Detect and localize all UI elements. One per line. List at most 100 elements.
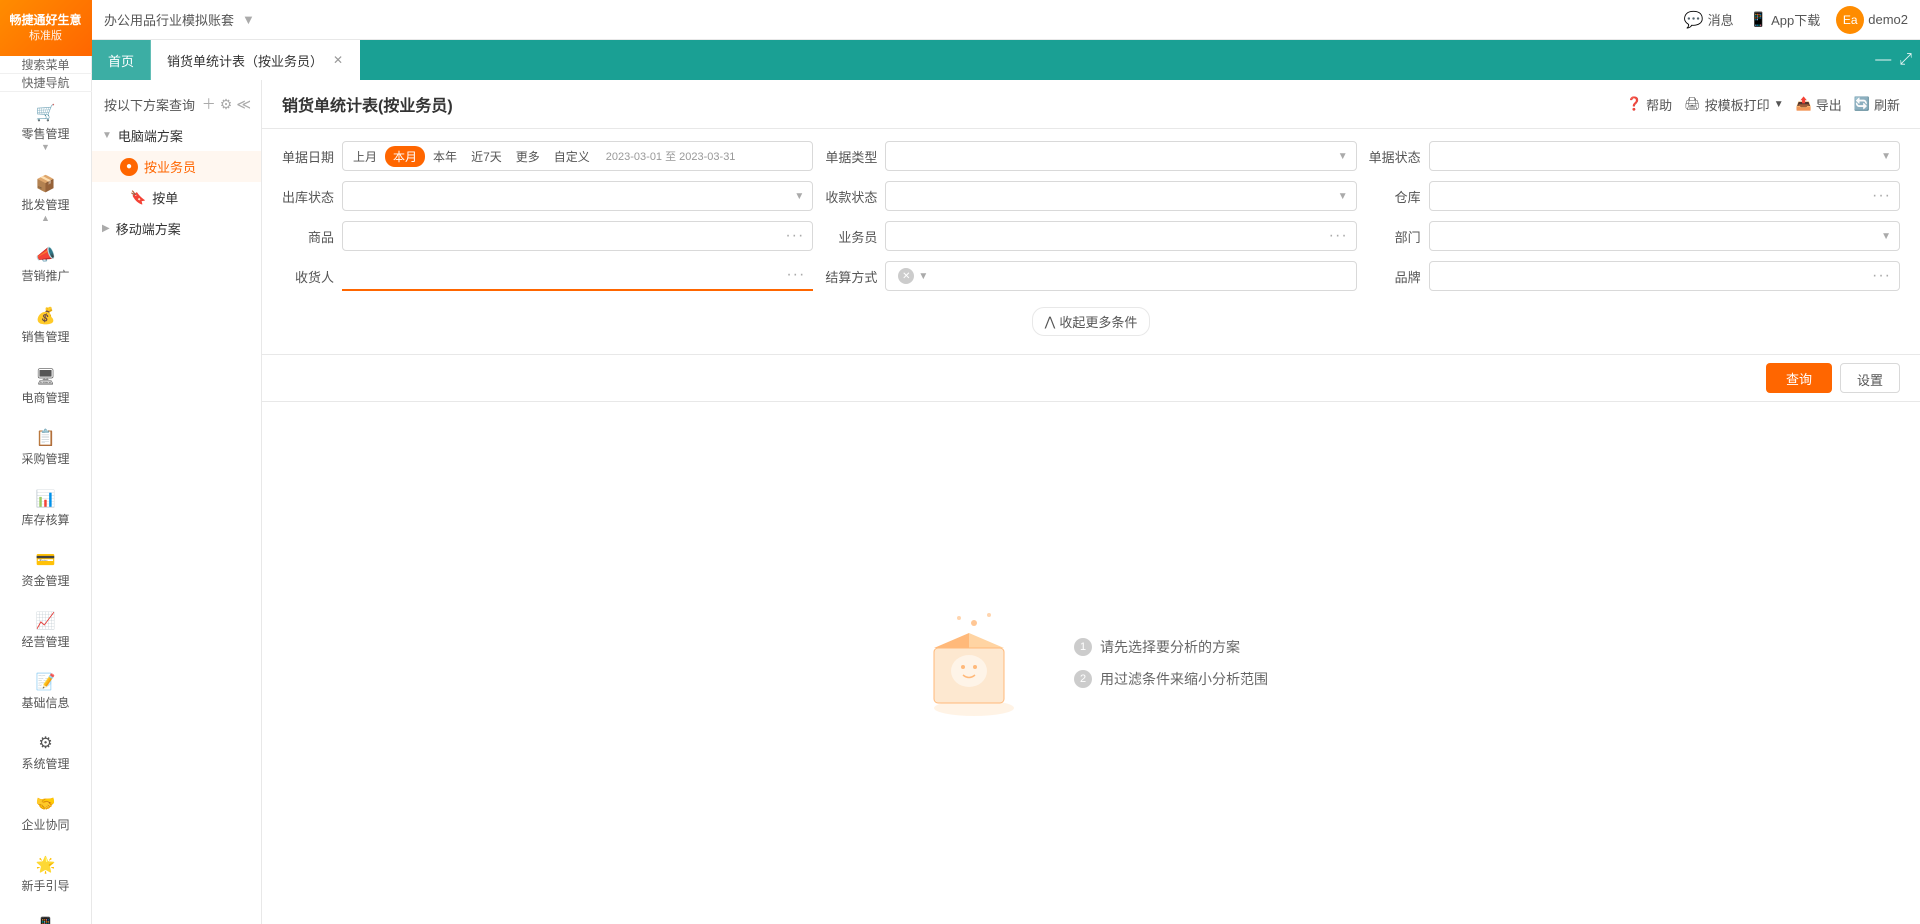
scheme-group-desktop-header[interactable]: ▼ 电脑端方案 — [92, 120, 261, 151]
date-range-text: 2023-03-01 至 2023-03-31 — [606, 148, 736, 164]
sidebar-item-basic[interactable]: 📝 基础信息 — [0, 662, 92, 721]
group2-arrow-icon: ▶ — [102, 223, 110, 234]
user-menu[interactable]: Ea demo2 — [1836, 6, 1908, 34]
scheme-by-salesperson[interactable]: ● 按业务员 — [92, 151, 261, 182]
goods-control[interactable]: ··· — [342, 221, 813, 251]
department-control[interactable]: ▼ — [1429, 221, 1900, 251]
tab-close-icon[interactable]: ✕ — [333, 53, 343, 67]
apps-icon: 📱 — [36, 916, 56, 924]
newbie-icon: 🌟 — [36, 855, 56, 875]
logo-line1: 畅捷通好生意 — [9, 13, 81, 29]
date-tab-last-month[interactable]: 上月 — [347, 146, 383, 167]
sidebar: 畅捷通好生意 标准版 搜索菜单 快捷导航 🛒 零售管理 ▼ 📦 批发管理 ▲ 📣… — [0, 0, 92, 924]
warehouse-dots-icon: ··· — [1872, 187, 1891, 205]
department-label: 部门 — [1369, 227, 1421, 246]
empty-tip-2: 2 用过滤条件来缩小分析范围 — [1074, 669, 1268, 689]
sidebar-item-enterprise[interactable]: 🤝 企业协同 — [0, 784, 92, 843]
doc-type-control[interactable]: ▼ — [885, 141, 1356, 171]
print-button[interactable]: 🖨 按模板打印 ▼ — [1684, 95, 1783, 114]
filter-row-4: 收货人 ··· 结算方式 ✕ ▼ 品牌 ··· — [282, 261, 1900, 291]
action-row: 查询 设置 — [262, 355, 1920, 402]
date-tab-7days[interactable]: 近7天 — [465, 146, 508, 167]
tab-bar: 首页 销货单统计表（按业务员） ✕ — ⤢ — [92, 40, 1920, 80]
brand-dots-icon: ··· — [1872, 267, 1891, 285]
date-tab-this-month[interactable]: 本月 — [385, 146, 425, 167]
salesperson-control[interactable]: ··· — [885, 221, 1356, 251]
out-status-label: 出库状态 — [282, 187, 334, 206]
export-icon: 📤 — [1796, 96, 1812, 112]
filter-receiver: 收货人 ··· — [282, 261, 813, 291]
refresh-icon: 🔄 — [1854, 96, 1870, 112]
refresh-button[interactable]: 🔄 刷新 — [1854, 95, 1900, 114]
date-label: 单据日期 — [282, 147, 334, 166]
sidebar-item-apps[interactable]: 📱 应用中心 — [0, 906, 92, 924]
sidebar-item-retail[interactable]: 🛒 零售管理 ▼ — [0, 93, 92, 162]
tab-expand-icon[interactable]: ⤢ — [1899, 51, 1912, 69]
empty-tip-1: 1 请先选择要分析的方案 — [1074, 637, 1268, 657]
enterprise-icon: 🤝 — [36, 794, 56, 814]
collapse-button[interactable]: ⋀ 收起更多条件 — [1032, 307, 1151, 336]
message-button[interactable]: 💬 消息 — [1684, 10, 1734, 30]
collapse-panel-icon[interactable]: ≪ — [236, 96, 251, 113]
tabbar-actions: — ⤢ — [1867, 40, 1920, 80]
filter-area: 单据日期 上月 本月 本年 近7天 更多 自定义 2023-03-01 至 20… — [262, 129, 1920, 355]
wholesale-icon: 📦 — [36, 174, 56, 194]
scheme-by-order-label: 按单 — [152, 188, 178, 207]
tab-home-label: 首页 — [108, 51, 134, 70]
sidebar-item-ecommerce[interactable]: 🖥 电商管理 — [0, 357, 92, 416]
warehouse-label: 仓库 — [1369, 187, 1421, 206]
help-button[interactable]: ❓ 帮助 — [1626, 95, 1672, 114]
doc-status-control[interactable]: ▼ — [1429, 141, 1900, 171]
receiver-control[interactable]: ··· — [342, 261, 813, 291]
warehouse-control[interactable]: ··· — [1429, 181, 1900, 211]
filter-doc-type: 单据类型 ▼ — [825, 141, 1356, 171]
sidebar-item-sales[interactable]: 💰 销售管理 — [0, 296, 92, 355]
date-tab-custom[interactable]: 自定义 — [548, 146, 596, 167]
doc-type-label: 单据类型 — [825, 147, 877, 166]
settings-scheme-icon[interactable]: ⚙ — [220, 96, 233, 113]
scheme-group-mobile-header[interactable]: ▶ 移动端方案 — [92, 213, 261, 244]
sidebar-item-search[interactable]: 搜索菜单 — [0, 56, 92, 74]
sidebar-item-marketing[interactable]: 📣 营销推广 — [0, 235, 92, 294]
wholesale-arrow-icon: ▲ — [41, 213, 50, 223]
payment-status-control[interactable]: ▼ — [885, 181, 1356, 211]
sidebar-item-stock[interactable]: 📊 库存核算 — [0, 479, 92, 538]
sidebar-item-purchase[interactable]: 📋 采购管理 — [0, 418, 92, 477]
filter-row-3: 商品 ··· 业务员 ··· 部门 ▼ — [282, 221, 1900, 251]
industry-dropdown-icon[interactable]: ▼ — [242, 12, 255, 27]
tab-home[interactable]: 首页 — [92, 40, 151, 80]
settings-button[interactable]: 设置 — [1840, 363, 1900, 393]
stock-icon: 📊 — [36, 489, 56, 509]
sidebar-item-operation[interactable]: 📈 经营管理 — [0, 601, 92, 660]
export-button[interactable]: 📤 导出 — [1796, 95, 1842, 114]
sidebar-item-system[interactable]: ⚙ 系统管理 — [0, 723, 92, 782]
tab-sales-stat[interactable]: 销货单统计表（按业务员） ✕ — [151, 40, 360, 80]
brand-control[interactable]: ··· — [1429, 261, 1900, 291]
app-download-button[interactable]: 📱 App下载 — [1750, 10, 1821, 29]
filter-collapse-row: ⋀ 收起更多条件 — [282, 301, 1900, 342]
brand-label: 品牌 — [1369, 267, 1421, 286]
logo-line2: 标准版 — [9, 29, 81, 43]
out-status-control[interactable]: ▼ — [342, 181, 813, 211]
app-logo[interactable]: 畅捷通好生意 标准版 — [0, 0, 92, 56]
sidebar-item-wholesale[interactable]: 📦 批发管理 ▲ — [0, 164, 92, 233]
sidebar-item-finance[interactable]: 💳 资金管理 — [0, 540, 92, 599]
system-icon: ⚙ — [38, 733, 52, 753]
date-tab-more[interactable]: 更多 — [510, 146, 546, 167]
filter-out-status: 出库状态 ▼ — [282, 181, 813, 211]
payment-status-arrow-icon: ▼ — [1338, 191, 1348, 202]
settlement-control[interactable]: ✕ ▼ — [885, 261, 1356, 291]
settlement-clear-icon[interactable]: ✕ — [898, 268, 914, 284]
help-icon: ❓ — [1626, 96, 1642, 112]
doc-type-arrow-icon: ▼ — [1338, 151, 1348, 162]
scheme-by-order[interactable]: 🔖 按单 — [92, 182, 261, 213]
query-button[interactable]: 查询 — [1766, 363, 1832, 393]
sidebar-item-quick[interactable]: 快捷导航 — [0, 74, 92, 92]
date-tab-this-year[interactable]: 本年 — [427, 146, 463, 167]
doc-status-arrow-icon: ▼ — [1881, 151, 1891, 162]
sidebar-item-newbie[interactable]: 🌟 新手引导 — [0, 845, 92, 904]
date-range-control[interactable]: 上月 本月 本年 近7天 更多 自定义 2023-03-01 至 2023-03… — [342, 141, 813, 171]
add-scheme-icon[interactable]: ＋ — [202, 94, 216, 114]
tab-minimize-icon[interactable]: — — [1875, 51, 1891, 69]
tip1-text: 请先选择要分析的方案 — [1100, 637, 1240, 657]
